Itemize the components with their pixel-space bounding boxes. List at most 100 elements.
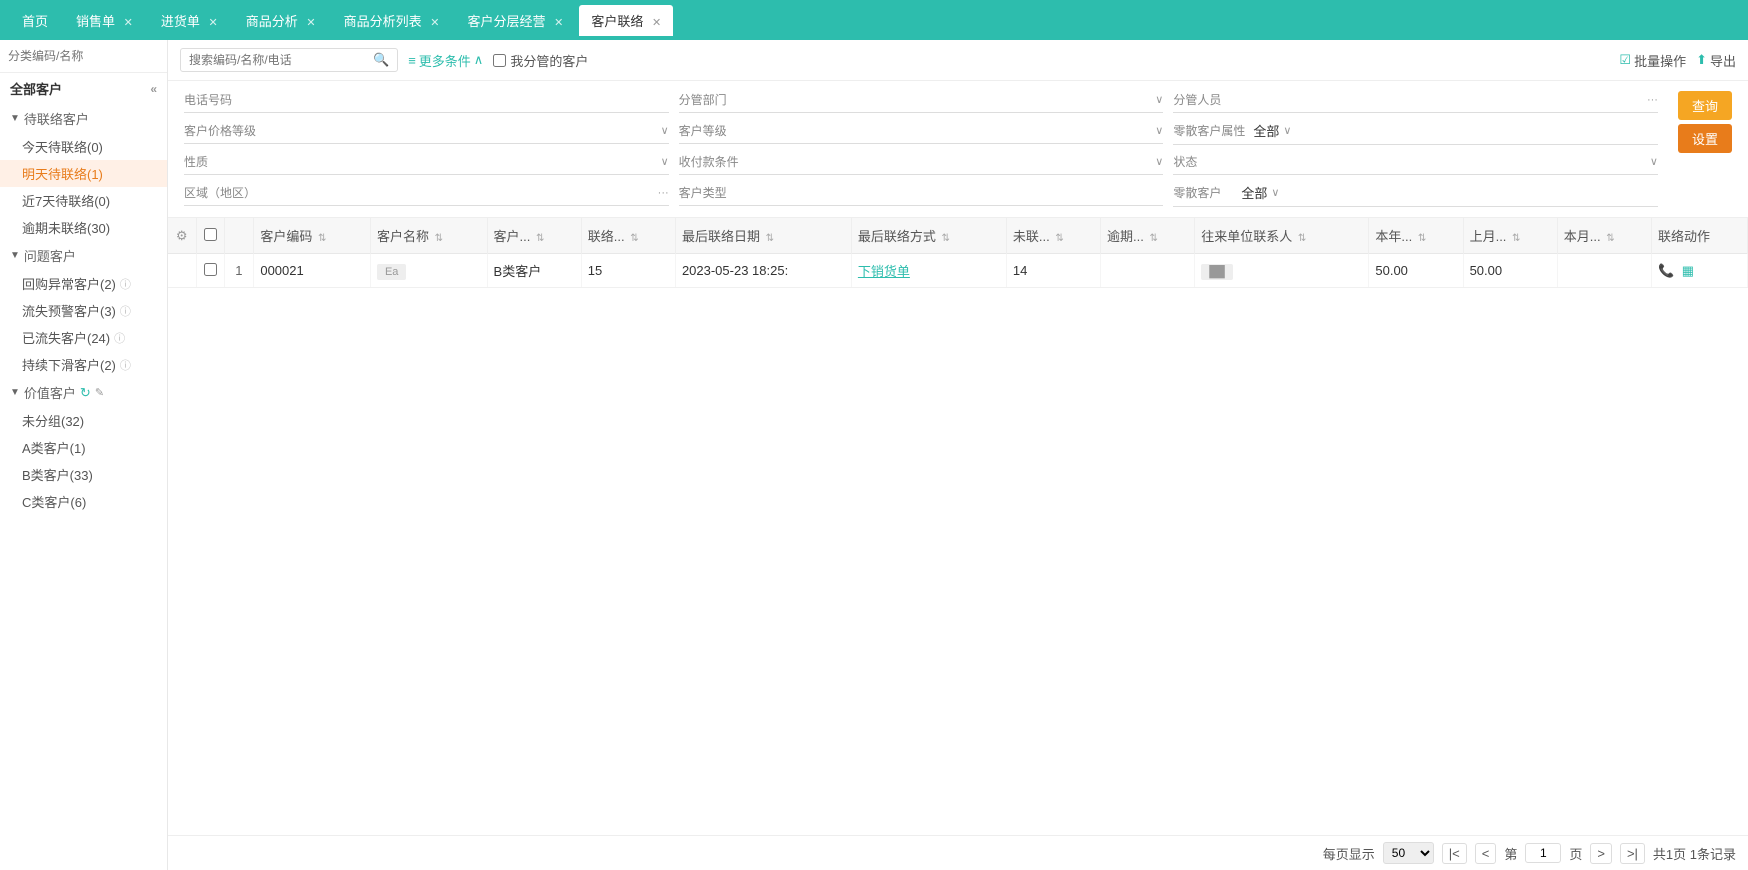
batch-ops-btn[interactable]: ☑ 批量操作 — [1619, 51, 1686, 70]
nav-product-list-close[interactable]: ✕ — [430, 17, 439, 29]
sidebar-item-overdue[interactable]: 逾期未联络(30) — [0, 214, 167, 241]
action-buttons: ☑ 批量操作 ⬆ 导出 — [1619, 51, 1736, 70]
first-page-btn[interactable]: |< — [1442, 843, 1467, 864]
customer-level-input[interactable] — [747, 124, 1156, 138]
search-input[interactable] — [189, 53, 369, 67]
dept-arrow[interactable]: ∨ — [1155, 93, 1163, 106]
qr-action-icon[interactable]: ▦ — [1682, 263, 1694, 278]
call-action-icon[interactable]: 📞 — [1658, 263, 1674, 278]
value-refresh-icon[interactable]: ↻ — [80, 385, 91, 401]
sidebar-item-declining[interactable]: 持续下滑客户(2) ⓘ — [0, 351, 167, 378]
person-input[interactable] — [1241, 93, 1647, 107]
page-size-select[interactable]: 50 100 200 — [1383, 842, 1434, 864]
main-layout: 🔍 全部客户 « ▼ 待联络客户 今天待联络(0) 明天待联络(1) 近7天待联… — [0, 40, 1748, 870]
query-button[interactable]: 查询 — [1678, 91, 1732, 120]
sidebar-item-ungrouped[interactable]: 未分组(32) — [0, 407, 167, 434]
nav-customer-tier-close[interactable]: ✕ — [554, 17, 563, 29]
table-row: 1 000021 Ea B类客户 15 2023-05-23 18:25: 下销… — [168, 254, 1748, 288]
sort-type[interactable]: ⇅ — [536, 233, 544, 244]
customer-level-arrow[interactable]: ∨ — [1155, 124, 1163, 137]
nav-home[interactable]: 首页 — [10, 5, 60, 36]
customer-table: ⚙ 客户编码 ⇅ 客户名称 ⇅ — [168, 218, 1748, 288]
price-level-input[interactable] — [264, 124, 661, 138]
nature-arrow[interactable]: ∨ — [661, 155, 669, 168]
person-dots[interactable]: ··· — [1647, 94, 1658, 106]
sidebar-item-class-b[interactable]: B类客户(33) — [0, 461, 167, 488]
sort-code[interactable]: ⇅ — [318, 233, 326, 244]
sidebar-item-churn-warn[interactable]: 流失预警客户(3) ⓘ — [0, 297, 167, 324]
price-level-arrow[interactable]: ∨ — [661, 124, 669, 137]
nav-product-analysis[interactable]: 商品分析 ✕ — [234, 5, 328, 36]
nav-sales-close[interactable]: ✕ — [124, 17, 133, 29]
sort-contacts[interactable]: ⇅ — [630, 233, 638, 244]
sort-unit-contact[interactable]: ⇅ — [1298, 233, 1306, 244]
sidebar-item-tomorrow[interactable]: 明天待联络(1) — [0, 160, 167, 187]
status-input[interactable] — [1241, 155, 1650, 169]
last-method-link[interactable]: 下销货单 — [858, 264, 910, 279]
region-dots[interactable]: ··· — [658, 187, 669, 199]
sidebar-item-class-a[interactable]: A类客户(1) — [0, 434, 167, 461]
nav-sales[interactable]: 销售单 ✕ — [64, 5, 145, 36]
my-customers-checkbox[interactable] — [493, 54, 506, 67]
sort-this-month[interactable]: ⇅ — [1606, 233, 1614, 244]
col-uncontacted: 未联... ⇅ — [1006, 218, 1100, 254]
filter-dept: 分管部门 ∨ — [679, 91, 1164, 113]
sidebar-item-today[interactable]: 今天待联络(0) — [0, 133, 167, 160]
sort-last-date[interactable]: ⇅ — [766, 233, 774, 244]
value-edit-icon[interactable]: ✎ — [95, 386, 104, 399]
sort-name[interactable]: ⇅ — [435, 233, 443, 244]
phone-input[interactable] — [252, 93, 669, 107]
nav-customer-contact-close[interactable]: ✕ — [652, 17, 661, 29]
dept-input[interactable] — [747, 93, 1156, 107]
search-execute-icon[interactable]: 🔍 — [373, 52, 389, 68]
sidebar-item-7days[interactable]: 近7天待联络(0) — [0, 187, 167, 214]
retail-arrow[interactable]: ∨ — [1271, 186, 1279, 199]
nav-customer-contact[interactable]: 客户联络 ✕ — [579, 5, 673, 36]
sidebar-item-class-c[interactable]: C类客户(6) — [0, 488, 167, 515]
sort-last-month[interactable]: ⇅ — [1512, 233, 1520, 244]
payment-arrow[interactable]: ∨ — [1155, 155, 1163, 168]
filter-customer-type: 客户类型 — [679, 184, 1164, 206]
page-size-label: 每页显示 — [1323, 844, 1375, 863]
select-all-checkbox[interactable] — [204, 228, 217, 241]
row-checkbox[interactable] — [204, 263, 217, 276]
filter-person: 分管人员 ··· — [1173, 91, 1658, 113]
customer-type-input[interactable] — [747, 186, 1164, 200]
sidebar-all-customers[interactable]: 全部客户 « — [0, 73, 167, 104]
row-number: 1 — [224, 254, 254, 288]
nav-product-analysis-list[interactable]: 商品分析列表 ✕ — [332, 5, 452, 36]
row-last-month: 50.00 — [1463, 254, 1557, 288]
nav-purchase-close[interactable]: ✕ — [209, 17, 218, 29]
sidebar-item-repurchase[interactable]: 回购异常客户(2) ⓘ — [0, 270, 167, 297]
more-conditions-btn[interactable]: ≡ 更多条件 ∧ — [408, 51, 483, 70]
retail-attr-label: 零散客户属性 — [1173, 122, 1245, 139]
col-no — [224, 218, 254, 254]
payment-input[interactable] — [747, 155, 1156, 169]
sort-uncontacted[interactable]: ⇅ — [1055, 233, 1063, 244]
col-overdue: 逾期... ⇅ — [1101, 218, 1195, 254]
sort-last-method[interactable]: ⇅ — [942, 233, 950, 244]
row-last-date: 2023-05-23 18:25: — [675, 254, 851, 288]
gear-icon[interactable]: ⚙ — [176, 228, 188, 243]
next-page-btn[interactable]: > — [1590, 843, 1612, 864]
prev-page-btn[interactable]: < — [1475, 843, 1497, 864]
settings-button[interactable]: 设置 — [1678, 124, 1732, 153]
export-btn[interactable]: ⬆ 导出 — [1696, 51, 1736, 70]
sidebar-item-churned[interactable]: 已流失客户(24) ⓘ — [0, 324, 167, 351]
last-page-btn[interactable]: >| — [1620, 843, 1645, 864]
my-customers-checkbox-wrap[interactable]: 我分管的客户 — [493, 51, 588, 70]
nature-input[interactable] — [252, 155, 661, 169]
info-icon-1: ⓘ — [120, 276, 131, 292]
nav-purchase[interactable]: 进货单 ✕ — [149, 5, 230, 36]
collapse-icon: « — [150, 82, 157, 96]
sidebar-search-input[interactable] — [8, 49, 163, 63]
region-input[interactable] — [264, 186, 658, 200]
page-number-input[interactable] — [1525, 843, 1561, 863]
sort-this-year[interactable]: ⇅ — [1418, 233, 1426, 244]
nav-customer-tier[interactable]: 客户分层经营 ✕ — [455, 5, 575, 36]
nav-product-analysis-close[interactable]: ✕ — [306, 17, 315, 29]
customer-table-wrap: ⚙ 客户编码 ⇅ 客户名称 ⇅ — [168, 218, 1748, 835]
status-arrow[interactable]: ∨ — [1650, 155, 1658, 168]
sort-overdue[interactable]: ⇅ — [1150, 233, 1158, 244]
retail-attr-arrow[interactable]: ∨ — [1283, 124, 1291, 137]
